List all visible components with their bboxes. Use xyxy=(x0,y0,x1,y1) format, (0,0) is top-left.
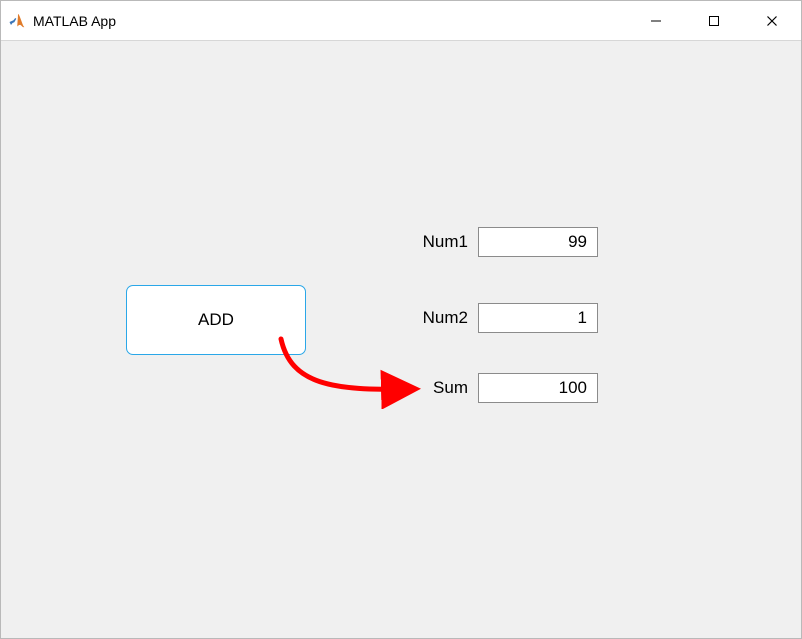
add-button[interactable]: ADD xyxy=(126,285,306,355)
matlab-icon xyxy=(9,13,25,29)
sum-row: Sum xyxy=(416,373,598,403)
window-controls xyxy=(627,1,801,40)
maximize-button[interactable] xyxy=(685,1,743,40)
close-button[interactable] xyxy=(743,1,801,40)
num1-row: Num1 xyxy=(406,227,598,257)
sum-label: Sum xyxy=(416,378,468,398)
window-title: MATLAB App xyxy=(33,13,116,29)
num1-label: Num1 xyxy=(406,232,468,252)
minimize-button[interactable] xyxy=(627,1,685,40)
add-button-label: ADD xyxy=(198,310,234,330)
app-window: MATLAB App ADD Num1 Num2 Sum xyxy=(0,0,802,639)
titlebar: MATLAB App xyxy=(1,1,801,41)
num2-label: Num2 xyxy=(406,308,468,328)
client-area: ADD Num1 Num2 Sum xyxy=(1,41,801,638)
num2-row: Num2 xyxy=(406,303,598,333)
sum-input[interactable] xyxy=(478,373,598,403)
num2-input[interactable] xyxy=(478,303,598,333)
num1-input[interactable] xyxy=(478,227,598,257)
